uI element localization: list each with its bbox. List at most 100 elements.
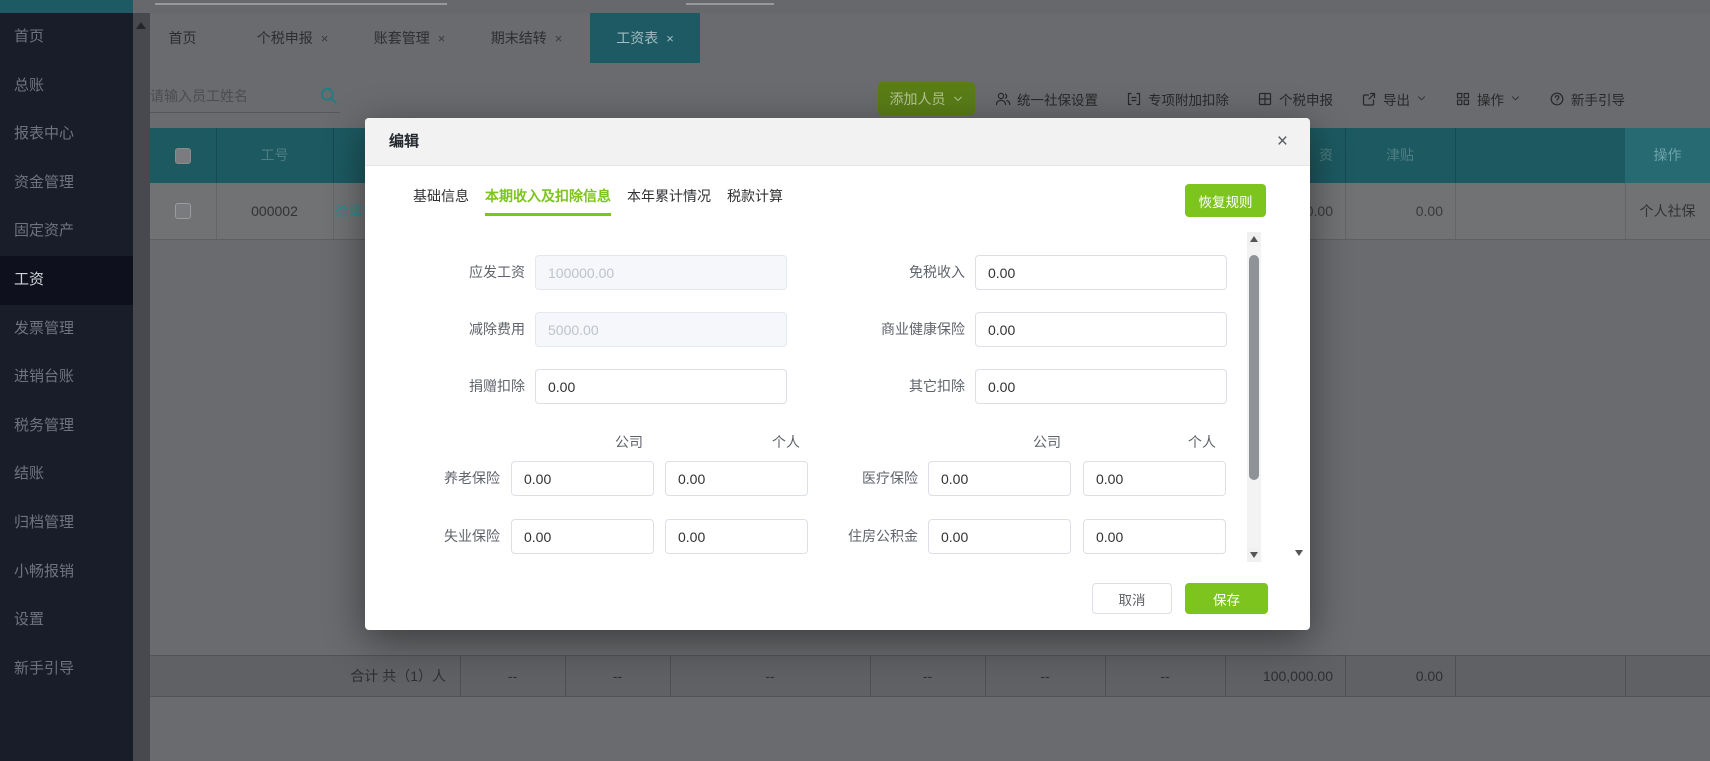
summary-dash: --	[507, 668, 518, 684]
group-header-company: 公司	[1033, 434, 1061, 450]
top-strip	[0, 0, 1710, 13]
outer-scrollbar-down-button[interactable]	[1292, 546, 1306, 560]
sidebar-item-fixed-assets[interactable]: 固定资产	[0, 207, 133, 256]
personal-tax-filing-button[interactable]: 个税申报	[1257, 89, 1333, 109]
action-label: 统一社保设置	[1017, 92, 1098, 108]
sidebar-item-guide[interactable]: 新手引导	[0, 645, 133, 694]
tab-close-icon[interactable]: ×	[666, 31, 674, 46]
field-label-housing-fund: 住房公积金	[848, 528, 918, 544]
cancel-button[interactable]: 取消	[1092, 583, 1172, 614]
export-button[interactable]: 导出	[1361, 89, 1427, 109]
housing-fund-personal-input[interactable]	[1083, 519, 1226, 554]
scroll-up-icon	[1250, 236, 1258, 242]
app-screen: 首页 总账 报表中心 资金管理 固定资产 工资 发票管理 进销台账 税务管理 结…	[0, 0, 1710, 761]
table-summary-row: 合计 共（1）人 -- -- -- -- -- -- 100,000.00 0.…	[150, 655, 1710, 697]
sidebar-item-home[interactable]: 首页	[0, 13, 133, 62]
sidebar-item-funds[interactable]: 资金管理	[0, 159, 133, 208]
sidebar-item-report-center[interactable]: 报表中心	[0, 110, 133, 159]
select-all-checkbox[interactable]	[175, 148, 191, 164]
dialog-scrollbar	[1247, 232, 1261, 562]
scrollbar-down-button[interactable]	[1247, 548, 1261, 562]
group-header-personal: 个人	[1188, 434, 1216, 450]
tab-salary-sheet[interactable]: 工资表 ×	[590, 13, 700, 63]
dialog-tabs: 基础信息 本期收入及扣除信息 本年累计情况 税款计算	[413, 186, 783, 216]
chevron-down-icon	[1511, 96, 1520, 101]
top-teal-block	[0, 0, 133, 13]
tab-personal-tax[interactable]: 个税申报 ×	[235, 13, 350, 63]
tab-label: 期末结转	[490, 30, 547, 46]
close-icon[interactable]: ×	[1277, 130, 1288, 154]
restore-rules-button[interactable]: 恢复规则	[1185, 184, 1266, 217]
sidebar-item-purchase-sales[interactable]: 进销台账	[0, 353, 133, 402]
action-label: 导出	[1383, 92, 1410, 108]
summary-salary-total: 100,000.00	[1262, 668, 1333, 684]
sidebar-nav: 首页 总账 报表中心 资金管理 固定资产 工资 发票管理 进销台账 税务管理 结…	[0, 13, 133, 761]
action-label: 新手引导	[1571, 92, 1625, 108]
scroll-down-icon	[1250, 552, 1258, 558]
sidebar-item-settings[interactable]: 设置	[0, 596, 133, 645]
tab-close-icon[interactable]: ×	[438, 31, 446, 46]
tax-free-income-input[interactable]	[975, 255, 1227, 290]
unemployment-company-input[interactable]	[511, 519, 654, 554]
row-action-link[interactable]: 个人社保	[1625, 183, 1710, 239]
pension-company-input[interactable]	[511, 461, 654, 496]
field-label-donation-deduction: 捐赠扣除	[469, 378, 525, 394]
top-divider-line	[155, 3, 447, 5]
row-checkbox[interactable]	[175, 203, 191, 219]
dialog-title: 编辑	[389, 133, 420, 150]
action-label: 操作	[1477, 92, 1504, 108]
header-allowance: 津贴	[1386, 147, 1414, 163]
pension-personal-input[interactable]	[665, 461, 808, 496]
cell-employee-id: 000002	[251, 203, 298, 219]
add-employee-button[interactable]: 添加人员	[878, 82, 975, 115]
group-header-personal: 个人	[772, 434, 800, 450]
field-label-pension: 养老保险	[444, 470, 500, 486]
tab-account-set[interactable]: 账套管理 ×	[352, 13, 467, 63]
other-deduction-input[interactable]	[975, 369, 1227, 404]
sidebar-item-expense[interactable]: 小畅报销	[0, 548, 133, 597]
sidebar-scroll-strip[interactable]	[133, 13, 150, 761]
save-button[interactable]: 保存	[1185, 583, 1268, 614]
special-deduction-button[interactable]: 专项附加扣除	[1126, 89, 1229, 109]
housing-fund-company-input[interactable]	[928, 519, 1071, 554]
scrollbar-up-button[interactable]	[1247, 232, 1261, 246]
field-label-medical: 医疗保险	[862, 470, 918, 486]
bracket-list-icon	[1127, 92, 1141, 105]
tab-home[interactable]: 首页	[150, 13, 215, 63]
action-label: 个税申报	[1279, 92, 1333, 108]
dialog-tab-tax-calc[interactable]: 税款计算	[727, 186, 783, 216]
search-input[interactable]	[150, 81, 310, 111]
donation-deduction-input[interactable]	[535, 369, 787, 404]
sidebar-item-archive[interactable]: 归档管理	[0, 499, 133, 548]
tab-close-icon[interactable]: ×	[555, 31, 563, 46]
sidebar-item-invoice[interactable]: 发票管理	[0, 305, 133, 354]
dialog-tab-year-accumulated[interactable]: 本年累计情况	[627, 186, 711, 216]
field-label-tax-free-income: 免税收入	[909, 264, 965, 280]
tab-period-end[interactable]: 期末结转 ×	[469, 13, 584, 63]
chevron-down-icon	[953, 96, 962, 101]
commercial-health-input[interactable]	[975, 312, 1227, 347]
scroll-down-icon	[1295, 550, 1303, 556]
sidebar-item-salary[interactable]: 工资	[0, 255, 133, 305]
medical-personal-input[interactable]	[1083, 461, 1226, 496]
tab-close-icon[interactable]: ×	[321, 31, 329, 46]
social-security-settings-button[interactable]: 统一社保设置	[995, 89, 1098, 109]
sidebar-item-general-ledger[interactable]: 总账	[0, 62, 133, 111]
unemployment-personal-input[interactable]	[665, 519, 808, 554]
search-icon[interactable]	[319, 86, 338, 105]
operations-button[interactable]: 操作	[1455, 89, 1521, 109]
sidebar-item-tax[interactable]: 税务管理	[0, 402, 133, 451]
apps-icon	[1456, 92, 1470, 105]
summary-dash: --	[765, 668, 775, 684]
field-label-gross-salary: 应发工资	[469, 264, 525, 280]
beginner-guide-button[interactable]: 新手引导	[1549, 89, 1625, 109]
sidebar-item-closing[interactable]: 结账	[0, 450, 133, 499]
tab-label: 个税申报	[256, 30, 313, 46]
tab-label: 工资表	[616, 30, 659, 46]
dialog-tab-current-income[interactable]: 本期收入及扣除信息	[485, 186, 611, 216]
employee-search	[150, 81, 340, 113]
medical-company-input[interactable]	[928, 461, 1071, 496]
summary-dash: --	[922, 668, 933, 684]
toolbar-actions: 统一社保设置 专项附加扣除 个税申报 导出 操作 新手引导	[995, 82, 1625, 115]
dialog-tab-basic-info[interactable]: 基础信息	[413, 186, 469, 216]
